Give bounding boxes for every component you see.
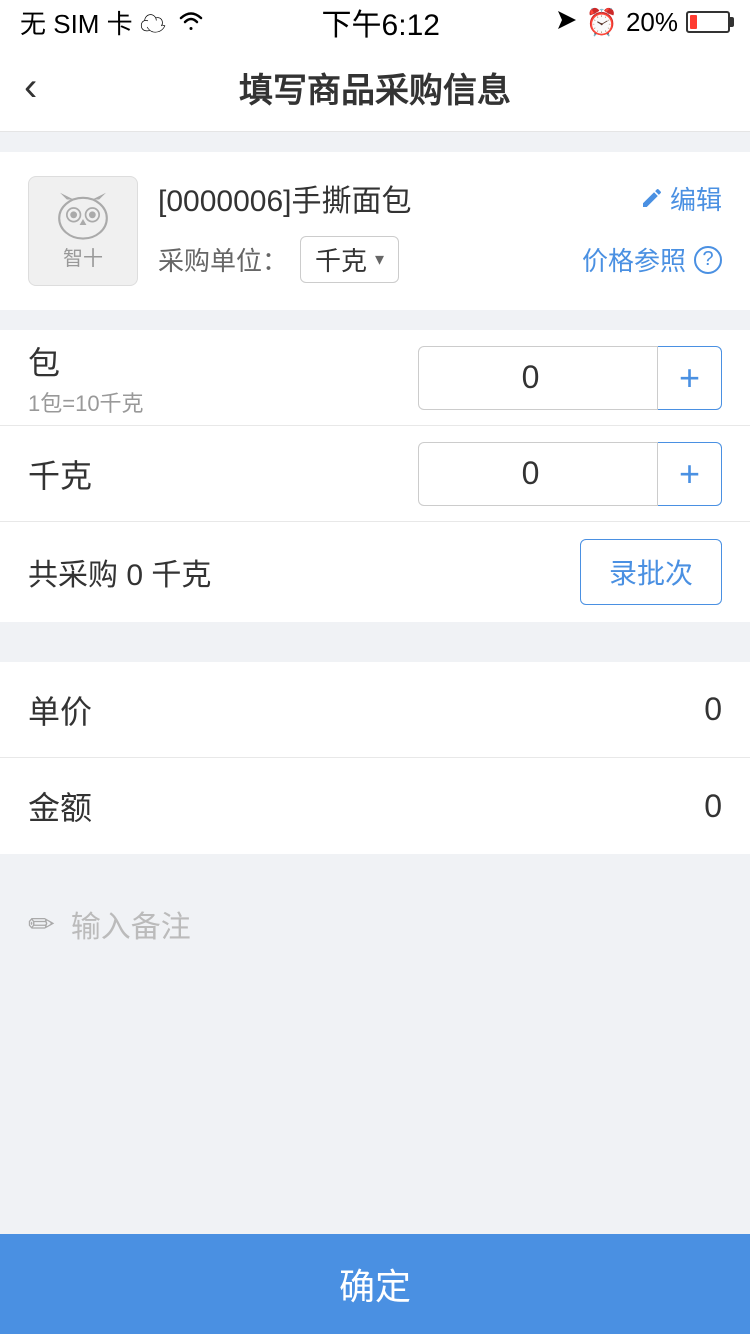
kg-label-main: 千克 xyxy=(28,451,148,497)
amount-label: 金额 xyxy=(28,783,92,829)
pencil-icon: ✏ xyxy=(28,905,55,943)
unit-price-label: 单价 xyxy=(28,687,92,733)
status-time: 下午6:12 xyxy=(322,0,440,44)
edit-button[interactable]: 编辑 xyxy=(640,180,722,217)
bag-quantity-input[interactable] xyxy=(418,346,658,410)
product-name: [0000006]手撕面包 xyxy=(158,176,411,220)
kg-input-row: 千克 + xyxy=(0,426,750,522)
unit-price-value: 0 xyxy=(704,691,722,728)
unit-price-row: 单价 0 xyxy=(0,662,750,758)
purchase-unit-label: 采购单位： xyxy=(158,241,288,278)
dropdown-arrow-icon: ▾ xyxy=(375,249,384,270)
record-batch-button[interactable]: 录批次 xyxy=(580,539,722,605)
product-logo: 智十 xyxy=(43,191,123,271)
notes-section[interactable]: ✏ 输入备注 xyxy=(0,874,750,974)
divider-2 xyxy=(0,622,750,642)
unit-dropdown[interactable]: 千克 ▾ xyxy=(300,236,399,283)
unit-value: 千克 xyxy=(315,241,367,278)
kg-label: 千克 xyxy=(28,451,148,497)
edit-label: 编辑 xyxy=(670,180,722,217)
total-unit-val: 千克 xyxy=(151,559,211,592)
amount-value: 0 xyxy=(704,788,722,825)
content: 智十 [0000006]手撕面包 编辑 采购单位： 千克 ▾ xyxy=(0,152,750,1174)
total-row: 共采购 0 千克 录批次 xyxy=(0,522,750,622)
price-section: 单价 0 金额 0 xyxy=(0,662,750,854)
alarm-icon: ⏰ xyxy=(586,7,618,38)
price-ref-label: 价格参照 xyxy=(582,241,686,278)
bag-plus-button[interactable]: + xyxy=(658,346,722,410)
wifi-icon xyxy=(176,7,206,38)
kg-plus-button[interactable]: + xyxy=(658,442,722,506)
notes-placeholder: 输入备注 xyxy=(71,902,191,946)
product-image: 智十 xyxy=(28,176,138,286)
price-reference-button[interactable]: 价格参照 ? xyxy=(582,241,722,278)
product-info: [0000006]手撕面包 编辑 采购单位： 千克 ▾ 价格参照 ? xyxy=(158,176,722,283)
amount-row: 金额 0 xyxy=(0,758,750,854)
status-bar: 无 SIM 卡 ☁ 下午6:12 ⏰ 20% xyxy=(0,0,750,44)
product-card: 智十 [0000006]手撕面包 编辑 采购单位： 千克 ▾ xyxy=(0,152,750,310)
back-button[interactable]: ‹ xyxy=(24,65,37,110)
divider-1 xyxy=(0,310,750,330)
bag-input-controls: + xyxy=(148,346,722,410)
help-icon: ? xyxy=(694,246,722,274)
bag-label-sub: 1包=10千克 xyxy=(28,386,148,418)
sim-status: 无 SIM 卡 ☁ xyxy=(20,4,166,41)
status-right: ⏰ 20% xyxy=(556,7,730,38)
bag-input-row: 包 1包=10千克 + xyxy=(0,330,750,426)
battery-icon xyxy=(686,11,730,33)
page-title: 填写商品采购信息 xyxy=(239,63,511,112)
spacer xyxy=(0,974,750,1174)
nav-bar: ‹ 填写商品采购信息 xyxy=(0,44,750,132)
product-name-row: [0000006]手撕面包 编辑 xyxy=(158,176,722,220)
total-amount-val: 0 xyxy=(126,559,143,592)
input-section: 包 1包=10千克 + 千克 + 共采购 0 千克 录批次 xyxy=(0,330,750,622)
status-left: 无 SIM 卡 ☁ xyxy=(20,4,206,41)
bag-label: 包 1包=10千克 xyxy=(28,338,148,418)
bag-label-main: 包 xyxy=(28,338,148,384)
total-text: 共采购 0 千克 xyxy=(28,550,211,594)
confirm-button[interactable]: 确定 xyxy=(0,1234,750,1334)
location-icon xyxy=(556,7,578,38)
kg-input-controls: + xyxy=(148,442,722,506)
kg-quantity-input[interactable] xyxy=(418,442,658,506)
purchase-unit-row: 采购单位： 千克 ▾ 价格参照 ? xyxy=(158,236,722,283)
total-prefix: 共采购 xyxy=(28,559,118,592)
logo-text: 智十 xyxy=(63,242,103,271)
battery-percent: 20% xyxy=(626,7,678,38)
